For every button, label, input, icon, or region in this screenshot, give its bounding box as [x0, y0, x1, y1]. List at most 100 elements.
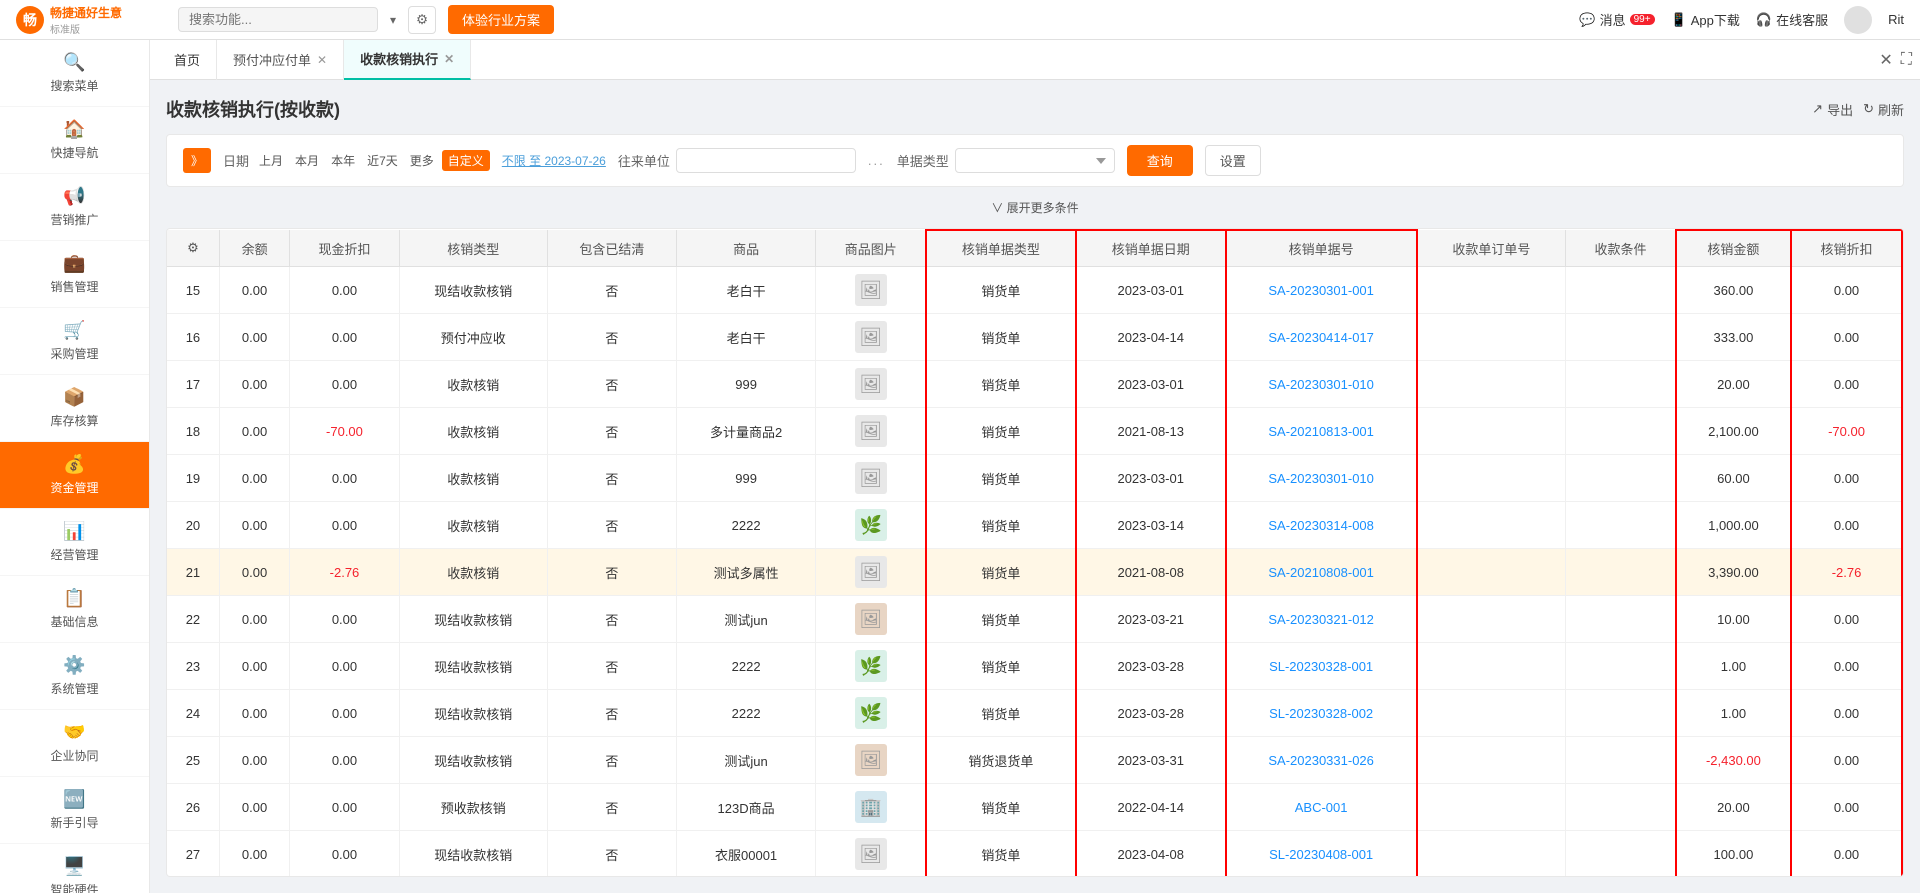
cell-verify-bill-type: 销货单 — [926, 643, 1076, 690]
expand-more-bar: ∨ 展开更多条件 — [166, 199, 1904, 216]
sidebar-item-collab[interactable]: 🤝 企业协同 — [0, 710, 149, 777]
cell-receipt-order-no — [1417, 502, 1566, 549]
expand-more-btn[interactable]: ∨ 展开更多条件 — [991, 199, 1078, 216]
tab-close-all-btn[interactable]: ✕ — [1879, 50, 1892, 70]
cell-include-settled: 否 — [547, 361, 676, 408]
tab-expand-btn[interactable]: ⛶ — [1901, 51, 1912, 69]
verify-bill-no-link[interactable]: SL-20230328-002 — [1269, 706, 1373, 721]
col-receipt-condition: 收款条件 — [1566, 230, 1676, 267]
filter-expand-btn[interactable]: 》 — [183, 148, 211, 173]
query-btn[interactable]: 查询 — [1127, 145, 1193, 176]
verify-bill-no-link[interactable]: SA-20230321-012 — [1268, 612, 1374, 627]
cell-verify-bill-date: 2023-03-28 — [1076, 643, 1226, 690]
cell-verify-type: 现结收款核销 — [399, 643, 547, 690]
verify-bill-no-link[interactable]: SA-20210808-001 — [1268, 565, 1374, 580]
date-opt-this-month[interactable]: 本月 — [291, 150, 323, 171]
export-icon: ↗ — [1812, 101, 1823, 117]
sidebar-item-nav[interactable]: 🏠 快捷导航 — [0, 107, 149, 174]
search-dropdown-btn[interactable]: ▾ — [390, 13, 396, 27]
sidebar-item-hardware[interactable]: 🖥️ 智能硬件 — [0, 844, 149, 893]
cell-verify-discount: 0.00 — [1791, 831, 1902, 878]
sidebar-item-guide[interactable]: 🆕 新手引导 — [0, 777, 149, 844]
cell-include-settled: 否 — [547, 690, 676, 737]
collab-icon: 🤝 — [63, 722, 85, 743]
sidebar-item-finance[interactable]: 💰 资金管理 — [0, 442, 149, 509]
date-opt-this-year[interactable]: 本年 — [327, 150, 359, 171]
settings-gear-btn[interactable]: ⚙ — [408, 6, 436, 34]
date-opt-last-month[interactable]: 上月 — [255, 150, 287, 171]
cell-verify-amount: 3,390.00 — [1676, 549, 1791, 596]
verify-bill-no-link[interactable]: SA-20230301-001 — [1268, 283, 1374, 298]
cell-cash-discount: 0.00 — [290, 596, 399, 643]
cell-goods-image: 🌿 — [816, 643, 926, 690]
content-area: 首页 预付冲应付单 ✕ 收款核销执行 ✕ ✕ ⛶ 收款核销执行(按收款) ↗ — [150, 40, 1920, 893]
cell-receipt-order-no — [1417, 737, 1566, 784]
refresh-btn[interactable]: ↻ 刷新 — [1863, 100, 1904, 119]
sidebar-item-inventory[interactable]: 📦 库存核算 — [0, 375, 149, 442]
tab-prepay-close[interactable]: ✕ — [317, 53, 327, 67]
verify-bill-no-link[interactable]: SA-20230414-017 — [1268, 330, 1374, 345]
verify-bill-no-link[interactable]: SA-20210813-001 — [1268, 424, 1374, 439]
cell-verify-bill-type: 销货退货单 — [926, 737, 1076, 784]
sidebar-label-operations: 经营管理 — [50, 546, 98, 563]
cell-verify-type: 预付冲应收 — [399, 314, 547, 361]
verify-bill-no-link[interactable]: SA-20230331-026 — [1268, 753, 1374, 768]
date-range-display: 不限 至 2023-07-26 — [502, 152, 606, 169]
date-opt-more[interactable]: 更多 — [406, 150, 438, 171]
date-custom-btn[interactable]: 自定义 — [442, 150, 490, 171]
bill-type-select[interactable] — [955, 148, 1115, 173]
tab-receipt[interactable]: 收款核销执行 ✕ — [344, 40, 471, 80]
cell-balance: 0.00 — [219, 690, 289, 737]
export-btn[interactable]: ↗ 导出 — [1812, 100, 1853, 119]
cell-verify-bill-no: SA-20230414-017 — [1226, 314, 1417, 361]
sidebar-item-search[interactable]: 🔍 搜索菜单 — [0, 40, 149, 107]
verify-bill-no-link[interactable]: SA-20230301-010 — [1268, 471, 1374, 486]
cell-cash-discount: -70.00 — [290, 408, 399, 455]
tab-receipt-close[interactable]: ✕ — [444, 52, 454, 66]
cell-verify-type: 收款核销 — [399, 502, 547, 549]
verify-bill-no-link[interactable]: SA-20230314-008 — [1268, 518, 1374, 533]
tab-home[interactable]: 首页 — [158, 40, 217, 80]
cell-verify-bill-no: SA-20230331-026 — [1226, 737, 1417, 784]
cell-verify-amount: 1.00 — [1676, 690, 1791, 737]
date-opt-7days[interactable]: 近7天 — [363, 150, 402, 171]
cell-goods-image: 🖼 — [816, 408, 926, 455]
cell-verify-amount: 360.00 — [1676, 267, 1791, 314]
cell-cash-discount: 0.00 — [290, 690, 399, 737]
app-download-btn[interactable]: 📱 App下载 — [1671, 10, 1740, 29]
table-container[interactable]: ⚙ 余额 现金折扣 核销类型 包含已结清 商品 商品图片 核销单据类型 核销单据… — [166, 228, 1904, 877]
cell-include-settled: 否 — [547, 502, 676, 549]
sidebar-item-marketing[interactable]: 📢 营销推广 — [0, 174, 149, 241]
cell-goods-image: 🖼 — [816, 549, 926, 596]
top-search-input[interactable] — [178, 7, 378, 32]
cell-verify-discount: 0.00 — [1791, 267, 1902, 314]
sidebar-item-operations[interactable]: 📊 经营管理 — [0, 509, 149, 576]
cell-balance: 0.00 — [219, 831, 289, 878]
tab-prepay[interactable]: 预付冲应付单 ✕ — [217, 40, 344, 80]
cell-goods-image: 🖼 — [816, 314, 926, 361]
message-btn[interactable]: 💬 消息 99+ — [1579, 10, 1654, 29]
filter-bill-type-label: 单据类型 — [897, 151, 949, 170]
sidebar-item-system[interactable]: ⚙️ 系统管理 — [0, 643, 149, 710]
verify-bill-no-link[interactable]: SL-20230328-001 — [1269, 659, 1373, 674]
cell-verify-amount: 100.00 — [1676, 831, 1791, 878]
verify-bill-no-link[interactable]: SA-20230301-010 — [1268, 377, 1374, 392]
refresh-label: 刷新 — [1878, 100, 1904, 119]
cell-verify-bill-date: 2023-04-14 — [1076, 314, 1226, 361]
verify-bill-no-link[interactable]: SL-20230408-001 — [1269, 847, 1373, 862]
sidebar-item-basic[interactable]: 📋 基础信息 — [0, 576, 149, 643]
cell-verify-bill-type: 销货单 — [926, 267, 1076, 314]
table-row: 25 0.00 0.00 现结收款核销 否 测试jun 🖼 销货退货单 2023… — [167, 737, 1902, 784]
industry-solution-btn[interactable]: 体验行业方案 — [448, 5, 554, 34]
from-unit-input[interactable] — [676, 148, 856, 173]
col-balance: 余额 — [219, 230, 289, 267]
online-service-btn[interactable]: 🎧 在线客服 — [1756, 10, 1828, 29]
sidebar-item-sales[interactable]: 💼 销售管理 — [0, 241, 149, 308]
sidebar-item-purchase[interactable]: 🛒 采购管理 — [0, 308, 149, 375]
goods-image: 🌿 — [855, 650, 887, 682]
verify-bill-no-link[interactable]: ABC-001 — [1295, 800, 1348, 815]
user-avatar[interactable] — [1844, 6, 1872, 34]
col-settings[interactable]: ⚙ — [167, 230, 219, 267]
guide-icon: 🆕 — [63, 789, 85, 810]
filter-setting-btn[interactable]: 设置 — [1205, 145, 1261, 176]
